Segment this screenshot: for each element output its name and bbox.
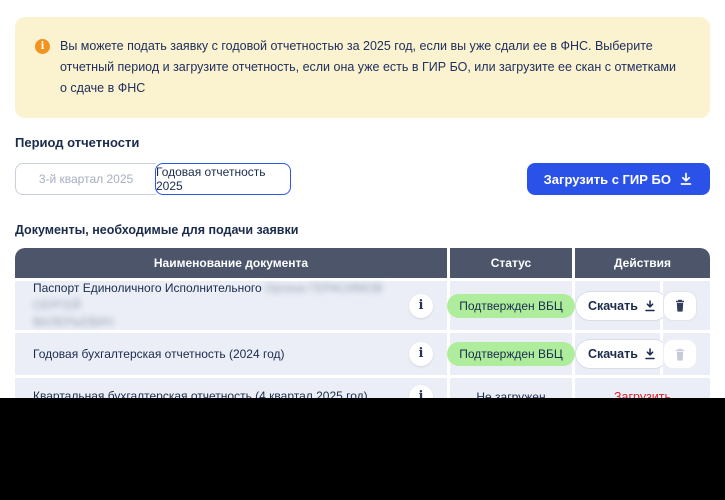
download-button[interactable]: Скачать bbox=[575, 339, 669, 369]
document-name: Годовая бухгалтерская отчетность (2024 г… bbox=[33, 346, 285, 361]
table-row-annual-report: Годовая бухгалтерская отчетность (2024 г… bbox=[15, 333, 710, 375]
download-icon bbox=[680, 172, 692, 185]
header-document-name: Наименование документа bbox=[15, 248, 447, 278]
document-name: Паспорт Единоличного Исполнительного Орг… bbox=[33, 281, 383, 329]
toggle-annual[interactable]: Годовая отчетность 2025 bbox=[155, 163, 291, 195]
info-banner: i Вы можете подать заявку с годовой отче… bbox=[15, 17, 710, 118]
delete-button-disabled[interactable] bbox=[663, 339, 697, 369]
info-icon: i bbox=[35, 39, 50, 54]
toggle-quarter[interactable]: 3-й квартал 2025 bbox=[15, 163, 156, 195]
documents-table: Наименование документа Статус Действия П… bbox=[15, 248, 710, 415]
documents-section-title: Документы, необходимые для подачи заявки bbox=[15, 223, 299, 237]
info-icon[interactable]: i bbox=[409, 293, 433, 318]
trash-icon bbox=[676, 299, 684, 312]
download-icon bbox=[645, 299, 655, 311]
table-row-passport: Паспорт Единоличного Исполнительного Орг… bbox=[15, 281, 710, 330]
header-status: Статус bbox=[450, 248, 572, 278]
banner-text: Вы можете подать заявку с годовой отчетн… bbox=[60, 39, 677, 95]
page: i Вы можете подать заявку с годовой отче… bbox=[0, 0, 725, 500]
download-button[interactable]: Скачать bbox=[575, 290, 669, 321]
table-header-row: Наименование документа Статус Действия bbox=[15, 248, 710, 278]
period-toggle-group: 3-й квартал 2025 Годовая отчетность 2025 bbox=[15, 163, 291, 195]
header-actions: Действия bbox=[575, 248, 710, 278]
trash-icon bbox=[676, 348, 684, 361]
gir-bo-download-button[interactable]: Загрузить с ГИР БО bbox=[526, 163, 710, 195]
delete-button[interactable] bbox=[663, 290, 697, 321]
period-section-title: Период отчетности bbox=[15, 135, 140, 150]
download-icon bbox=[645, 348, 655, 360]
info-icon[interactable]: i bbox=[409, 342, 433, 366]
status-badge: Подтвержден ВБЦ bbox=[447, 342, 575, 366]
status-badge: Подтвержден ВБЦ bbox=[447, 293, 575, 318]
period-controls: 3-й квартал 2025 Годовая отчетность 2025… bbox=[15, 163, 710, 195]
black-footer-area bbox=[0, 398, 725, 500]
gir-bo-button-label: Загрузить с ГИР БО bbox=[543, 171, 671, 187]
redacted-text: ВАЛЕРЬЕВИЧ bbox=[33, 315, 114, 329]
